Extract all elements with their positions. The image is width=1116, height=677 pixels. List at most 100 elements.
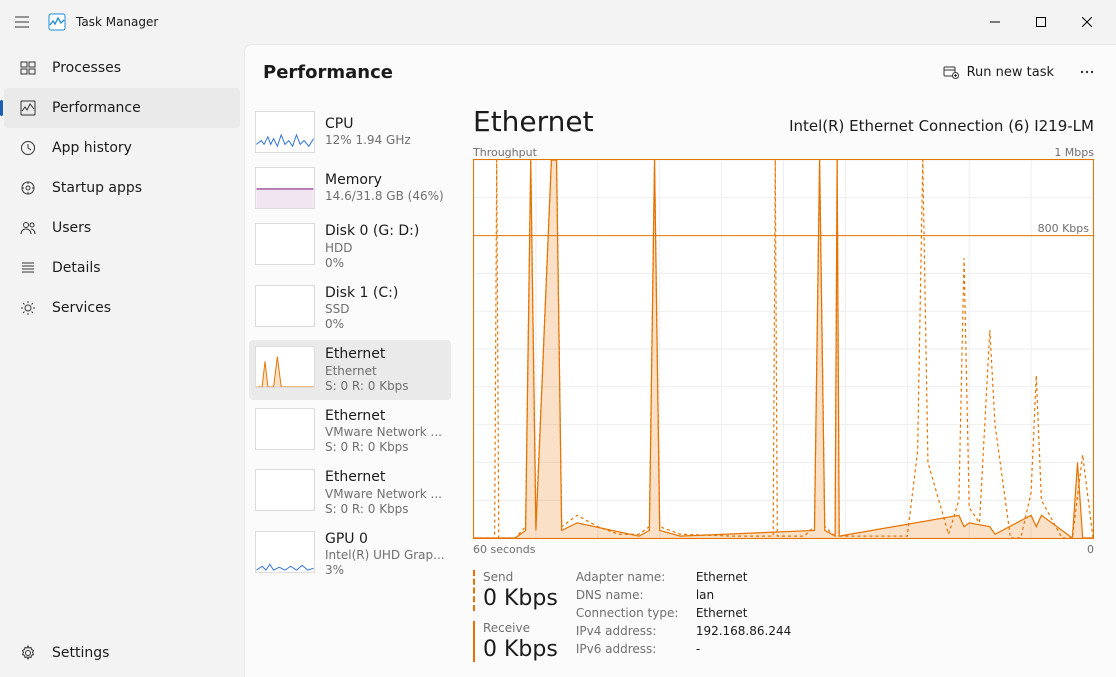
- resource-thumb: [255, 531, 315, 573]
- chart-label-br: 0: [1087, 543, 1094, 556]
- nav-label: Performance: [52, 100, 141, 116]
- resource-name: Ethernet: [325, 469, 442, 487]
- metrics-block: Send 0 Kbps Receive 0 Kbps Adapter name:…: [473, 570, 1094, 662]
- resource-name: CPU: [325, 116, 411, 134]
- run-task-icon: [943, 64, 959, 80]
- receive-value: 0 Kbps: [483, 637, 558, 662]
- resource-name: Disk 1 (C:): [325, 285, 398, 303]
- close-button[interactable]: [1064, 6, 1110, 38]
- resource-name: GPU 0: [325, 531, 445, 549]
- info-value: lan: [696, 588, 791, 602]
- resource-sub2: 3%: [325, 563, 445, 578]
- chart-label-bl: 60 seconds: [473, 543, 535, 556]
- hamburger-icon: [14, 14, 30, 30]
- receive-block: Receive 0 Kbps: [473, 621, 558, 662]
- throughput-chart: 800 Kbps: [473, 159, 1094, 539]
- resource-thumb: [255, 167, 315, 209]
- nav-label: Startup apps: [52, 180, 142, 196]
- resource-item[interactable]: Disk 1 (C:)SSD0%: [249, 279, 451, 339]
- chart-label-tl: Throughput: [473, 146, 537, 159]
- title-bar: Task Manager: [0, 0, 1116, 44]
- nav-label: App history: [52, 140, 132, 156]
- nav-label: Users: [52, 220, 91, 236]
- resource-sub: SSD: [325, 302, 398, 317]
- info-value: -: [696, 642, 791, 656]
- nav-sidebar: Processes Performance App history Startu…: [0, 44, 244, 677]
- nav-label: Settings: [52, 645, 109, 661]
- chart-marker-label: 800 Kbps: [1038, 222, 1089, 235]
- content-header: Performance Run new task: [245, 45, 1116, 99]
- resource-sub2: S: 0 R: 0 Kbps: [325, 379, 409, 394]
- resource-item[interactable]: EthernetEthernetS: 0 R: 0 Kbps: [249, 340, 451, 400]
- resource-sub2: 0%: [325, 256, 419, 271]
- resource-item[interactable]: EthernetVMware Network ...S: 0 R: 0 Kbps: [249, 402, 451, 462]
- page-title: Performance: [263, 62, 393, 83]
- services-icon: [18, 298, 38, 318]
- processes-icon: [18, 58, 38, 78]
- resource-sub: HDD: [325, 241, 419, 256]
- info-key: Adapter name:: [576, 570, 686, 584]
- detail-title: Ethernet: [473, 105, 594, 138]
- info-value: 192.168.86.244: [696, 624, 791, 638]
- info-key: IPv4 address:: [576, 624, 686, 638]
- run-task-label: Run new task: [967, 65, 1054, 80]
- maximize-icon: [1036, 17, 1046, 27]
- send-label: Send: [483, 570, 558, 584]
- resource-item[interactable]: Disk 0 (G: D:)HDD0%: [249, 217, 451, 277]
- details-icon: [18, 258, 38, 278]
- resource-list[interactable]: CPU12% 1.94 GHzMemory14.6/31.8 GB (46%)D…: [245, 99, 455, 677]
- info-key: DNS name:: [576, 588, 686, 602]
- resource-item[interactable]: EthernetVMware Network ...S: 0 R: 0 Kbps: [249, 463, 451, 523]
- resource-item[interactable]: Memory14.6/31.8 GB (46%): [249, 161, 451, 215]
- nav-item-startup[interactable]: Startup apps: [4, 168, 240, 208]
- nav-item-apphistory[interactable]: App history: [4, 128, 240, 168]
- more-button[interactable]: [1070, 57, 1104, 87]
- nav-item-performance[interactable]: Performance: [4, 88, 240, 128]
- history-icon: [18, 138, 38, 158]
- users-icon: [18, 218, 38, 238]
- resource-item[interactable]: GPU 0Intel(R) UHD Grap...3%: [249, 525, 451, 585]
- nav-item-processes[interactable]: Processes: [4, 48, 240, 88]
- nav-item-details[interactable]: Details: [4, 248, 240, 288]
- chart-label-tr: 1 Mbps: [1054, 146, 1094, 159]
- detail-pane: Ethernet Intel(R) Ethernet Connection (6…: [455, 99, 1116, 677]
- resource-sub: Intel(R) UHD Grap...: [325, 548, 445, 563]
- startup-icon: [18, 178, 38, 198]
- nav-item-users[interactable]: Users: [4, 208, 240, 248]
- nav-label: Services: [52, 300, 111, 316]
- nav-item-settings[interactable]: Settings: [4, 633, 240, 673]
- receive-label: Receive: [483, 621, 558, 635]
- resource-item[interactable]: CPU12% 1.94 GHz: [249, 105, 451, 159]
- hamburger-button[interactable]: [0, 0, 44, 44]
- resource-thumb: [255, 111, 315, 153]
- send-block: Send 0 Kbps: [473, 570, 558, 611]
- app-title: Task Manager: [76, 15, 158, 29]
- content-panel: Performance Run new task CPU12% 1.94 GHz…: [244, 44, 1116, 677]
- app-icon: [48, 13, 66, 31]
- resource-thumb: [255, 469, 315, 511]
- resource-sub: 14.6/31.8 GB (46%): [325, 189, 444, 204]
- resource-name: Ethernet: [325, 408, 442, 426]
- resource-name: Memory: [325, 172, 444, 190]
- resource-sub2: 0%: [325, 317, 398, 332]
- info-key: IPv6 address:: [576, 642, 686, 656]
- close-icon: [1082, 17, 1092, 27]
- nav-label: Processes: [52, 60, 121, 76]
- maximize-button[interactable]: [1018, 6, 1064, 38]
- resource-thumb: [255, 223, 315, 265]
- resource-thumb: [255, 346, 315, 388]
- send-value: 0 Kbps: [483, 586, 558, 611]
- minimize-button[interactable]: [972, 6, 1018, 38]
- minimize-icon: [990, 17, 1000, 27]
- info-grid: Adapter name: Ethernet DNS name: lan Connect…: [576, 570, 791, 662]
- resource-name: Disk 0 (G: D:): [325, 223, 419, 241]
- nav-item-services[interactable]: Services: [4, 288, 240, 328]
- performance-icon: [18, 98, 38, 118]
- info-value: Ethernet: [696, 606, 791, 620]
- resource-name: Ethernet: [325, 346, 409, 364]
- detail-adapter: Intel(R) Ethernet Connection (6) I219-LM: [789, 117, 1094, 135]
- run-new-task-button[interactable]: Run new task: [933, 58, 1064, 86]
- resource-sub2: S: 0 R: 0 Kbps: [325, 502, 442, 517]
- info-value: Ethernet: [696, 570, 791, 584]
- info-key: Connection type:: [576, 606, 686, 620]
